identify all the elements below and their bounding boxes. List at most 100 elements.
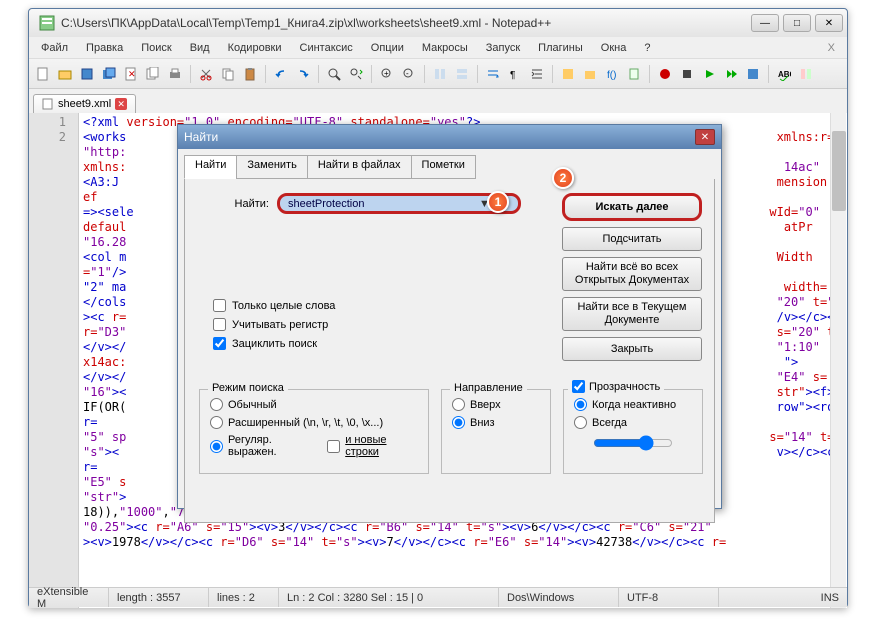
replace-icon[interactable]: [346, 64, 366, 84]
menubar: Файл Правка Поиск Вид Кодировки Синтакси…: [29, 37, 847, 59]
undo-icon[interactable]: [271, 64, 291, 84]
menu-search[interactable]: Поиск: [133, 40, 179, 56]
spell-icon[interactable]: ABC: [774, 64, 794, 84]
indent-icon[interactable]: [527, 64, 547, 84]
find-icon[interactable]: [324, 64, 344, 84]
whole-words-check[interactable]: Только целые слова: [213, 299, 335, 312]
file-tab[interactable]: sheet9.xml ✕: [33, 94, 136, 113]
menu-edit[interactable]: Правка: [78, 40, 131, 56]
wordwrap-icon[interactable]: [483, 64, 503, 84]
menu-windows[interactable]: Окна: [593, 40, 635, 56]
copy-icon[interactable]: [218, 64, 238, 84]
tab-marks[interactable]: Пометки: [411, 155, 476, 179]
transparency-slider[interactable]: [593, 435, 673, 451]
print-icon[interactable]: [165, 64, 185, 84]
find-all-current-button[interactable]: Найти все в Текущем Документе: [562, 297, 702, 331]
direction-title: Направление: [450, 382, 527, 394]
dialog-tabs: Найти Заменить Найти в файлах Пометки: [184, 155, 715, 179]
zoomout-icon[interactable]: -: [399, 64, 419, 84]
gutter: 1 2: [29, 113, 79, 608]
tab-close-icon[interactable]: ✕: [115, 98, 127, 110]
menu-options[interactable]: Опции: [363, 40, 412, 56]
find-all-open-button[interactable]: Найти всё во всех Открытых Документах: [562, 257, 702, 291]
folder1-icon[interactable]: [558, 64, 578, 84]
svg-text:✕: ✕: [128, 69, 136, 79]
folder2-icon[interactable]: [580, 64, 600, 84]
trans-inactive[interactable]: Когда неактивно: [574, 398, 692, 411]
svg-text:ABC: ABC: [778, 70, 791, 79]
sync-v-icon[interactable]: [430, 64, 450, 84]
close-dialog-button[interactable]: Закрыть: [562, 337, 702, 361]
menu-encoding[interactable]: Кодировки: [220, 40, 290, 56]
search-mode-group: Режим поиска Обычный Расширенный (\n, \r…: [199, 389, 429, 474]
status-filetype: eXtensible M: [29, 588, 109, 607]
mode-regex[interactable]: Регуляр. выражен.: [210, 434, 317, 458]
redo-icon[interactable]: [293, 64, 313, 84]
sync-h-icon[interactable]: [452, 64, 472, 84]
menu-help[interactable]: ?: [636, 40, 658, 56]
trans-always[interactable]: Всегда: [574, 416, 692, 429]
line-number: 2: [29, 130, 78, 145]
paste-icon[interactable]: [240, 64, 260, 84]
close-button[interactable]: ✕: [815, 14, 843, 32]
status-encoding: UTF-8: [619, 588, 719, 607]
cut-icon[interactable]: [196, 64, 216, 84]
compare-icon[interactable]: [796, 64, 816, 84]
transparency-check[interactable]: Прозрачность: [572, 380, 660, 393]
statusbar: eXtensible M length : 3557 lines : 2 Ln …: [29, 587, 847, 607]
showall-icon[interactable]: ¶: [505, 64, 525, 84]
transparency-group: Прозрачность Когда неактивно Всегда: [563, 389, 703, 474]
mode-normal[interactable]: Обычный: [210, 398, 418, 411]
tabbar: sheet9.xml ✕: [29, 89, 847, 113]
tab-findinfiles[interactable]: Найти в файлах: [307, 155, 412, 179]
vertical-scrollbar[interactable]: [830, 113, 846, 608]
menu-file[interactable]: Файл: [33, 40, 76, 56]
titlebar: C:\Users\ПК\AppData\Local\Temp\Temp1_Кни…: [29, 9, 847, 37]
save-icon[interactable]: [77, 64, 97, 84]
tab-replace[interactable]: Заменить: [236, 155, 307, 179]
func-icon[interactable]: f(): [602, 64, 622, 84]
zoomin-icon[interactable]: +: [377, 64, 397, 84]
menu-run[interactable]: Запуск: [478, 40, 528, 56]
maximize-button[interactable]: □: [783, 14, 811, 32]
status-eol: Dos\Windows: [499, 588, 619, 607]
match-case-check[interactable]: Учитывать регистр: [213, 318, 335, 331]
direction-up[interactable]: Вверх: [452, 398, 540, 411]
closeall-icon[interactable]: [143, 64, 163, 84]
callout-marker-2: 2: [552, 167, 574, 189]
count-button[interactable]: Подсчитать: [562, 227, 702, 251]
svg-text:f(): f(): [607, 70, 616, 81]
menu-macros[interactable]: Макросы: [414, 40, 476, 56]
svg-text:+: +: [384, 69, 389, 78]
menu-syntax[interactable]: Синтаксис: [292, 40, 361, 56]
newlines-check[interactable]: и новые строки: [327, 434, 418, 458]
menu-plugins[interactable]: Плагины: [530, 40, 591, 56]
record-icon[interactable]: [655, 64, 675, 84]
new-icon[interactable]: [33, 64, 53, 84]
find-next-button[interactable]: Искать далее: [562, 193, 702, 221]
find-label: Найти:: [197, 198, 277, 210]
toolbar: ✕ + - ¶ f() ABC: [29, 59, 847, 89]
mode-extended[interactable]: Расширенный (\n, \r, \t, \0, \x...): [210, 416, 418, 429]
open-icon[interactable]: [55, 64, 75, 84]
callout-marker-1: 1: [487, 191, 509, 213]
closefile-icon[interactable]: ✕: [121, 64, 141, 84]
menu-close-x[interactable]: X: [820, 40, 843, 56]
playmulti-icon[interactable]: [721, 64, 741, 84]
minimize-button[interactable]: —: [751, 14, 779, 32]
play-icon[interactable]: [699, 64, 719, 84]
dialog-close-button[interactable]: ✕: [695, 129, 715, 145]
saveall-icon[interactable]: [99, 64, 119, 84]
scroll-thumb[interactable]: [832, 131, 846, 211]
tab-find[interactable]: Найти: [184, 155, 237, 179]
direction-group: Направление Вверх Вниз: [441, 389, 551, 474]
map-icon[interactable]: [624, 64, 644, 84]
savemacro-icon[interactable]: [743, 64, 763, 84]
title-text: C:\Users\ПК\AppData\Local\Temp\Temp1_Кни…: [61, 16, 751, 30]
menu-view[interactable]: Вид: [182, 40, 218, 56]
wrap-check[interactable]: Зациклить поиск: [213, 337, 335, 350]
direction-down[interactable]: Вниз: [452, 416, 540, 429]
stop-icon[interactable]: [677, 64, 697, 84]
transparency-title: Прозрачность: [568, 380, 664, 393]
dialog-body: Найти: ▼ 1 Искать далее 2 Подсчитать Най…: [184, 179, 715, 523]
